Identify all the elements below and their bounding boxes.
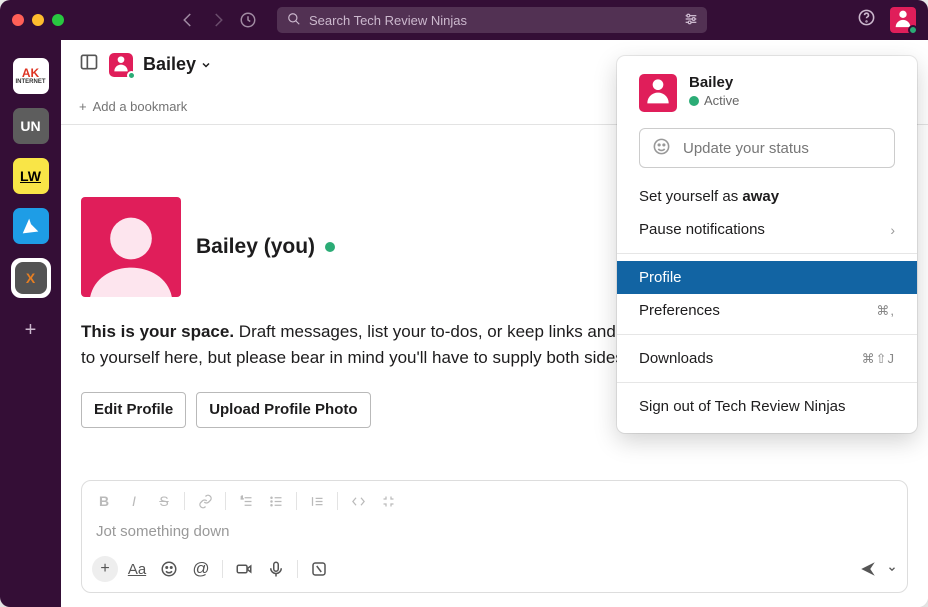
profile-item[interactable]: Profile: [617, 261, 917, 294]
history-button[interactable]: [239, 11, 257, 29]
add-workspace-button[interactable]: +: [13, 312, 49, 348]
workspace-2[interactable]: UN: [13, 108, 49, 144]
svg-text:1: 1: [240, 495, 243, 500]
back-button[interactable]: [179, 11, 197, 29]
code-button[interactable]: [344, 487, 372, 515]
format-button[interactable]: Aa: [122, 554, 152, 584]
composer-input[interactable]: Jot something down: [82, 521, 907, 550]
audio-button[interactable]: [261, 554, 291, 584]
channel-avatar: [109, 53, 133, 77]
forward-button[interactable]: [209, 11, 227, 29]
channel-name-button[interactable]: Bailey: [143, 54, 212, 75]
popover-avatar: [639, 74, 677, 112]
search-placeholder: Search Tech Review Ninjas: [309, 13, 467, 28]
workspace-3[interactable]: LW: [13, 158, 49, 194]
italic-button[interactable]: I: [120, 487, 148, 515]
popover-user-status: Active: [689, 93, 739, 108]
status-placeholder: Update your status: [683, 140, 809, 157]
upload-photo-button[interactable]: Upload Profile Photo: [196, 392, 370, 428]
workspace-rail: AKINTERNET UN LW X +: [0, 40, 61, 607]
edit-profile-button[interactable]: Edit Profile: [81, 392, 186, 428]
workspace-1[interactable]: AKINTERNET: [13, 58, 49, 94]
user-menu-popover: Bailey Active Update your status Set you…: [617, 56, 917, 433]
link-button[interactable]: [191, 487, 219, 515]
chevron-right-icon: ›: [890, 222, 895, 238]
preferences-shortcut: ⌘,: [876, 303, 895, 319]
workspace-4[interactable]: [13, 208, 49, 244]
search-bar[interactable]: Search Tech Review Ninjas: [277, 7, 707, 33]
strike-button[interactable]: S: [150, 487, 178, 515]
window-minimize[interactable]: [32, 14, 44, 26]
status-input[interactable]: Update your status: [639, 128, 895, 168]
video-button[interactable]: [229, 554, 259, 584]
send-options-button[interactable]: [885, 554, 899, 584]
window-maximize[interactable]: [52, 14, 64, 26]
search-icon: [287, 12, 301, 29]
chevron-down-icon: [200, 59, 212, 71]
ordered-list-button[interactable]: 1: [232, 487, 260, 515]
mention-button[interactable]: @: [186, 554, 216, 584]
help-button[interactable]: [857, 8, 876, 32]
pause-notifications-item[interactable]: Pause notifications ›: [617, 213, 917, 246]
set-away-item[interactable]: Set yourself as away: [617, 180, 917, 213]
bookmark-label: Add a bookmark: [93, 99, 188, 114]
bullet-list-button[interactable]: [262, 487, 290, 515]
signout-item[interactable]: Sign out of Tech Review Ninjas: [617, 390, 917, 423]
presence-indicator: [908, 25, 918, 35]
emoji-button[interactable]: [154, 554, 184, 584]
profile-avatar: [81, 197, 181, 297]
blockquote-button[interactable]: [303, 487, 331, 515]
downloads-item[interactable]: Downloads ⌘⇧J: [617, 342, 917, 375]
attach-button[interactable]: +: [90, 554, 120, 584]
send-button[interactable]: [853, 554, 883, 584]
split-view-icon[interactable]: [79, 52, 99, 77]
codeblock-button[interactable]: [374, 487, 402, 515]
plus-icon: +: [79, 99, 87, 114]
filter-icon[interactable]: [683, 11, 699, 30]
bold-button[interactable]: B: [90, 487, 118, 515]
profile-name: Bailey (you): [196, 235, 315, 259]
titlebar: Search Tech Review Ninjas: [0, 0, 928, 40]
workspace-5[interactable]: X: [11, 258, 51, 298]
shortcut-button[interactable]: [304, 554, 334, 584]
user-avatar-button[interactable]: [890, 7, 916, 33]
channel-name-label: Bailey: [143, 54, 196, 75]
popover-user-name: Bailey: [689, 74, 739, 91]
downloads-shortcut: ⌘⇧J: [862, 351, 895, 367]
presence-indicator: [325, 242, 335, 252]
window-close[interactable]: [12, 14, 24, 26]
smile-icon: [652, 137, 671, 160]
preferences-item[interactable]: Preferences ⌘,: [617, 294, 917, 327]
message-composer: B I S 1 Jot something down: [81, 480, 908, 593]
